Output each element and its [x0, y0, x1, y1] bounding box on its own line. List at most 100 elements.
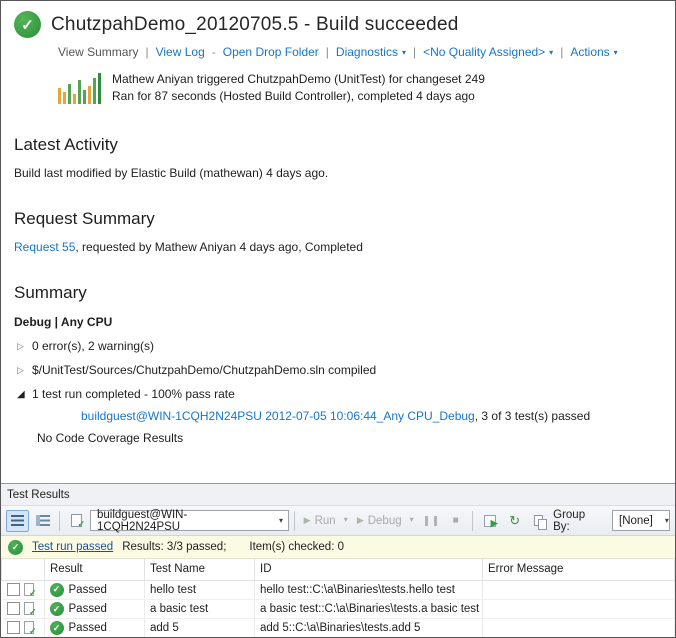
row-checkbox[interactable] — [7, 621, 20, 634]
stop-button[interactable]: ■ — [444, 510, 467, 532]
test-result-row[interactable]: ✓ ✓Passed hello test hello test::C:\a\Bi… — [2, 580, 675, 600]
summary-item-warnings: ▷ 0 error(s), 2 warning(s) — [17, 339, 675, 353]
build-duration-text: Ran for 87 seconds (Hosted Build Control… — [112, 88, 485, 105]
page-header: ✓ ChutzpahDemo_20120705.5 - Build succee… — [1, 1, 675, 38]
error-message-cell — [483, 580, 675, 600]
refresh-button[interactable]: ↻ — [503, 510, 526, 532]
chevron-down-icon: ▾ — [549, 48, 553, 57]
pause-icon — [425, 516, 428, 526]
summary-item-label: 1 test run completed - 100% pass rate — [32, 387, 235, 401]
result-column-header[interactable]: Result — [45, 559, 145, 580]
view-log-link[interactable]: View Log — [156, 45, 205, 59]
quality-menu[interactable]: <No Quality Assigned> ▾ — [423, 45, 553, 59]
row-checkbox[interactable] — [7, 602, 20, 615]
copy-icon — [534, 515, 543, 526]
copy-button[interactable] — [528, 510, 551, 532]
summary-item-test-run: ◢ 1 test run completed - 100% pass rate — [17, 387, 675, 401]
chevron-down-icon: ▾ — [279, 516, 283, 525]
check-glyph: ✓ — [12, 542, 20, 553]
toolbar-separator — [294, 511, 295, 531]
select-column-header[interactable] — [2, 559, 45, 580]
summary-heading: Summary — [14, 283, 675, 303]
request-link[interactable]: Request 55 — [14, 240, 75, 254]
id-column-header[interactable]: ID — [255, 559, 483, 580]
chevron-down-icon: ▾ — [614, 48, 618, 57]
diagnostics-label: Diagnostics — [336, 45, 398, 59]
build-configuration: Debug | Any CPU — [14, 315, 675, 329]
test-result-row[interactable]: ✓ ✓Passed add 5 add 5::C:\a\Binaries\tes… — [2, 619, 675, 638]
test-results-pane: Test Results ✓ buildguest@WIN-1CQH2N24PS… — [1, 483, 675, 638]
open-run-icon: ▶ — [484, 515, 496, 527]
test-results-toolbar: ✓ buildguest@WIN-1CQH2N24PSU ▾ ▶Run▾ ▶Deb… — [1, 505, 675, 536]
group-view-button[interactable] — [31, 510, 54, 532]
import-results-button[interactable]: ✓ — [65, 510, 88, 532]
build-summary-view: ✓ ChutzpahDemo_20120705.5 - Build succee… — [1, 1, 675, 483]
error-message-column-header[interactable]: Error Message — [483, 559, 675, 580]
expander-expanded-icon[interactable]: ◢ — [17, 389, 32, 400]
result-cell: Passed — [69, 603, 107, 615]
test-passed-icon: ✓ — [8, 540, 23, 555]
actions-menu[interactable]: Actions ▾ — [570, 45, 617, 59]
check-glyph: ✓ — [21, 16, 34, 34]
test-doc-icon: ✓ — [24, 583, 34, 596]
row-checkbox[interactable] — [7, 583, 20, 596]
debug-tests-button[interactable]: ▶Debug▾ — [353, 510, 417, 532]
play-icon: ▶ — [304, 515, 311, 526]
page-title: ChutzpahDemo_20120705.5 - Build succeede… — [51, 14, 458, 36]
status-results-text: Results: 3/3 passed; — [122, 541, 226, 553]
expander-collapsed-icon[interactable]: ▷ — [17, 365, 32, 376]
group-view-icon — [36, 515, 50, 526]
separator: - — [212, 45, 216, 59]
build-duration-chart-icon[interactable] — [58, 71, 101, 104]
actions-label: Actions — [570, 45, 609, 59]
list-view-button[interactable] — [6, 510, 29, 532]
test-run-link[interactable]: buildguest@WIN-1CQH2N24PSU 2012-07-05 10… — [81, 409, 475, 423]
latest-activity-heading: Latest Activity — [14, 135, 675, 155]
play-icon: ▶ — [357, 515, 364, 526]
build-trigger-text: Mathew Aniyan triggered ChutzpahDemo (Un… — [112, 71, 485, 88]
group-by-combobox[interactable]: [None] ▾ — [612, 510, 670, 531]
run-tests-button[interactable]: ▶Run▾ — [300, 510, 351, 532]
test-run-combobox[interactable]: buildguest@WIN-1CQH2N24PSU ▾ — [90, 510, 289, 531]
test-name-column-header[interactable]: Test Name — [145, 559, 255, 580]
error-message-cell — [483, 619, 675, 638]
view-summary-link[interactable]: View Summary — [58, 45, 138, 59]
result-cell: Passed — [69, 584, 107, 596]
summary-item-label: $/UnitTest/Sources/ChutzpahDemo/Chutzpah… — [32, 363, 376, 377]
test-result-row[interactable]: ✓ ✓Passed a basic test a basic test::C:\… — [2, 600, 675, 619]
request-summary-line: Request 55, requested by Mathew Aniyan 4… — [14, 240, 675, 255]
expander-collapsed-icon[interactable]: ▷ — [17, 341, 32, 352]
test-name-cell: hello test — [145, 580, 255, 600]
test-run-line: buildguest@WIN-1CQH2N24PSU 2012-07-05 10… — [81, 409, 675, 423]
result-cell: Passed — [69, 622, 107, 634]
diagnostics-menu[interactable]: Diagnostics ▾ — [336, 45, 406, 59]
import-results-icon: ✓ — [71, 514, 82, 527]
chevron-down-icon: ▾ — [410, 515, 414, 524]
passed-icon: ✓ — [50, 621, 64, 635]
pane-title[interactable]: Test Results — [1, 484, 675, 505]
group-by-value: [None] — [619, 515, 653, 527]
chevron-down-icon: ▾ — [402, 48, 406, 57]
separator: | — [145, 45, 148, 59]
test-run-passed-link[interactable]: Test run passed — [32, 541, 113, 553]
chevron-down-icon: ▾ — [665, 516, 669, 525]
group-by-label: Group By: — [553, 509, 604, 533]
test-run-combobox-value: buildguest@WIN-1CQH2N24PSU — [97, 509, 267, 533]
table-header-row: Result Test Name ID Error Message — [2, 559, 675, 580]
build-actions-bar: View Summary | View Log - Open Drop Fold… — [58, 45, 675, 59]
refresh-icon: ↻ — [509, 513, 520, 529]
test-run-suffix: , 3 of 3 test(s) passed — [475, 409, 590, 423]
passed-icon: ✓ — [50, 602, 64, 616]
pause-button[interactable] — [419, 510, 442, 532]
open-drop-folder-link[interactable]: Open Drop Folder — [223, 45, 319, 59]
error-message-cell — [483, 600, 675, 619]
test-run-status-bar: ✓ Test run passed Results: 3/3 passed; I… — [1, 536, 675, 559]
id-cell: a basic test::C:\a\Binaries\tests.a basi… — [255, 600, 483, 619]
id-cell: add 5::C:\a\Binaries\tests.add 5 — [255, 619, 483, 638]
show-run-details-button[interactable]: ▶ — [478, 510, 501, 532]
summary-item-compiled: ▷ $/UnitTest/Sources/ChutzpahDemo/Chutzp… — [17, 363, 675, 377]
quality-label: <No Quality Assigned> — [423, 45, 545, 59]
no-code-coverage-text: No Code Coverage Results — [37, 431, 675, 445]
test-doc-icon: ✓ — [24, 621, 34, 634]
build-info-row: Mathew Aniyan triggered ChutzpahDemo (Un… — [58, 71, 675, 105]
